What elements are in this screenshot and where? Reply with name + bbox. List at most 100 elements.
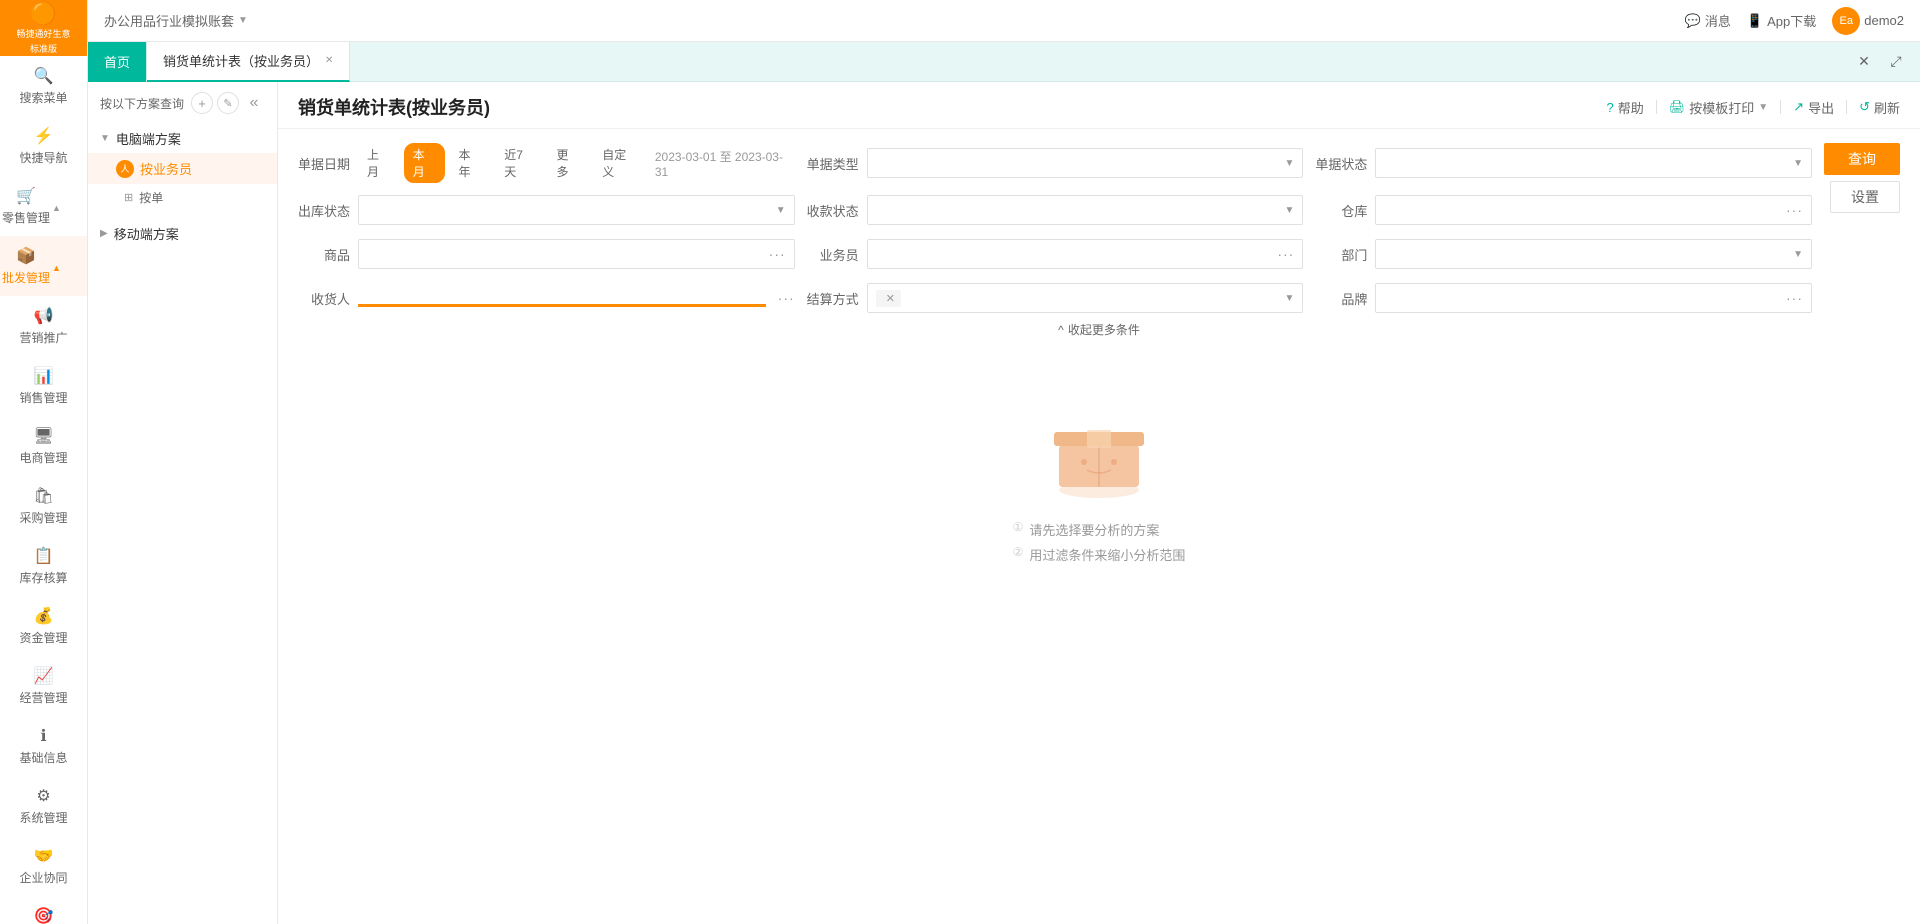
date-custom-btn[interactable]: 自定义: [593, 143, 647, 183]
print-icon: 🖨: [1669, 99, 1686, 115]
date-last-month-btn[interactable]: 上月: [358, 143, 400, 183]
pc-scheme-title[interactable]: ▼ 电脑端方案: [88, 124, 277, 153]
add-scheme-btn[interactable]: +: [191, 92, 213, 114]
sidebar-item-marketing[interactable]: 📢 营销推广: [0, 296, 87, 356]
header-right: 💬 消息 📱 App下载 Ea demo2: [1685, 7, 1904, 35]
sidebar-label-marketing: 营销推广: [19, 329, 67, 346]
doc-status-select[interactable]: ▼: [1375, 148, 1812, 178]
sales-icon: 📊: [34, 366, 54, 386]
divider-1: [1656, 100, 1657, 114]
sidebar-item-sales[interactable]: 📊 销售管理: [0, 356, 87, 416]
right-panel: 销货单统计表(按业务员) ? 帮助 🖨 按模板打印 ▼ ↗: [278, 82, 1920, 924]
delivery-select[interactable]: ▼: [358, 195, 795, 225]
sidebar-item-operations[interactable]: 📈 经营管理: [0, 656, 87, 716]
tab-close-window-btn[interactable]: ✕: [1852, 50, 1876, 74]
query-button[interactable]: 查询: [1824, 143, 1900, 175]
scheme-sub-by-order[interactable]: ⊞ 按单: [88, 184, 277, 211]
sidebar-item-search[interactable]: 🔍 搜索菜单: [0, 56, 87, 116]
tab-bar: 首页 销货单统计表（按业务员） ✕ ✕ ⤢: [88, 42, 1920, 82]
breadcrumb-text: 办公用品行业模拟账套: [104, 11, 234, 30]
sidebar-item-basic[interactable]: ℹ 基础信息: [0, 716, 87, 776]
filter-fields: 单据日期 上月 本月 本年 近7天 更多 自定义 2023-03-01 至 20…: [298, 143, 1812, 315]
breadcrumb-arrow-icon: ▼: [238, 15, 248, 26]
main-area: 办公用品行业模拟账套 ▼ 💬 消息 📱 App下载 Ea demo2 首页: [88, 0, 1920, 924]
doc-type-label: 单据类型: [807, 154, 859, 173]
brand-dots-icon: ···: [1786, 290, 1803, 306]
sidebar-item-newbie[interactable]: 🎯 新手引导: [0, 896, 87, 924]
warehouse-label: 仓库: [1315, 201, 1367, 220]
ecommerce-icon: 🖥: [33, 426, 53, 446]
sidebar-item-ecommerce[interactable]: 🖥 电商管理: [0, 416, 87, 476]
sidebar-label-ecommerce: 电商管理: [19, 449, 67, 466]
collapse-more-btn[interactable]: ^ 收起更多条件: [298, 315, 1900, 340]
sidebar-item-enterprise[interactable]: 🤝 企业协同: [0, 836, 87, 896]
newbie-icon: 🎯: [34, 906, 54, 924]
sidebar-label-sales: 销售管理: [19, 389, 67, 406]
doc-status-label: 单据状态: [1315, 154, 1367, 173]
date-more-btn[interactable]: 更多: [548, 143, 590, 183]
empty-tips: ① 请先选择要分析的方案 ② 用过滤条件来缩小分析范围: [1013, 520, 1186, 570]
goods-input[interactable]: ···: [358, 239, 795, 269]
tab-restore-btn[interactable]: ⤢: [1884, 50, 1908, 74]
basic-icon: ℹ: [40, 726, 46, 746]
date-label: 单据日期: [298, 154, 350, 173]
tab-home-label: 首页: [104, 52, 130, 71]
sidebar-item-purchase[interactable]: 🛍 采购管理: [0, 476, 87, 536]
sidebar-label-enterprise: 企业协同: [19, 869, 67, 886]
goods-item: 商品 ···: [298, 237, 795, 271]
sidebar-item-wholesale[interactable]: 📦 批发管理 ▲: [0, 236, 87, 296]
mobile-scheme-title[interactable]: ▶ 移动端方案: [88, 219, 277, 248]
message-icon: 💬: [1685, 13, 1701, 29]
sidebar-item-system[interactable]: ⚙ 系统管理: [0, 776, 87, 836]
doc-type-select[interactable]: ▼: [867, 148, 1304, 178]
tab-home[interactable]: 首页: [88, 42, 147, 82]
left-panel-title: 按以下方案查询: [100, 95, 184, 112]
date-last7-btn[interactable]: 近7天: [495, 143, 543, 183]
sidebar-label-retail: 零售管理: [2, 209, 50, 226]
dept-select[interactable]: ▼: [1375, 239, 1812, 269]
logo-text: 畅捷通好生意: [16, 29, 70, 40]
enterprise-icon: 🤝: [34, 846, 54, 866]
settle-select[interactable]: ✕ ▼: [867, 283, 1304, 313]
brand-input[interactable]: ···: [1375, 283, 1812, 313]
settings-button[interactable]: 设置: [1830, 181, 1900, 213]
goods-dots-icon: ···: [769, 246, 786, 262]
print-btn[interactable]: 🖨 按模板打印 ▼: [1669, 98, 1768, 117]
sidebar-item-quick-nav[interactable]: ⚡ 快捷导航: [0, 116, 87, 176]
tab-sales-stat[interactable]: 销货单统计表（按业务员） ✕: [147, 42, 350, 82]
sidebar-item-finance[interactable]: 💰 资金管理: [0, 596, 87, 656]
date-this-month-btn[interactable]: 本月: [404, 143, 446, 183]
refresh-btn[interactable]: ↺ 刷新: [1859, 98, 1900, 117]
receiver-label: 收货人: [298, 289, 350, 308]
scheme-item-by-staff[interactable]: 人 按业务员: [88, 153, 277, 184]
date-this-year-btn[interactable]: 本年: [449, 143, 491, 183]
date-range-text: 2023-03-01 至 2023-03-31: [655, 148, 795, 179]
payment-select[interactable]: ▼: [867, 195, 1304, 225]
left-panel: 按以下方案查询 + ✎ « ▼ 电脑端方案 人 按业务员 ⊞: [88, 82, 278, 924]
doc-status-item: 单据状态 ▼: [1315, 146, 1812, 180]
message-btn[interactable]: 💬 消息: [1685, 11, 1731, 30]
empty-illustration: [1039, 400, 1159, 500]
sidebar-label-wholesale: 批发管理: [2, 269, 50, 286]
help-btn[interactable]: ? 帮助: [1606, 98, 1643, 117]
collapse-panel-btn[interactable]: «: [243, 92, 265, 114]
header-left: 办公用品行业模拟账套 ▼: [104, 11, 248, 30]
dept-item: 部门 ▼: [1315, 237, 1812, 271]
staff-input[interactable]: ···: [867, 239, 1304, 269]
warehouse-input[interactable]: ···: [1375, 195, 1812, 225]
tip-item-2: ② 用过滤条件来缩小分析范围: [1013, 545, 1186, 564]
sidebar-item-inventory[interactable]: 📋 库存核算: [0, 536, 87, 596]
breadcrumb-dropdown[interactable]: 办公用品行业模拟账套 ▼: [104, 11, 248, 30]
app-download-btn[interactable]: 📱 App下载: [1747, 11, 1816, 30]
user-profile[interactable]: Ea demo2: [1832, 7, 1904, 35]
settle-clear-btn[interactable]: ✕: [886, 292, 895, 305]
edit-scheme-btn[interactable]: ✎: [217, 92, 239, 114]
settle-item: 结算方式 ✕ ▼: [807, 281, 1304, 315]
tip-num-2: ②: [1013, 545, 1024, 559]
tab-close-icon[interactable]: ✕: [325, 55, 333, 66]
export-btn[interactable]: ↗ 导出: [1793, 98, 1834, 117]
logo-icon: 🟠: [30, 1, 57, 27]
receiver-input[interactable]: [358, 289, 766, 306]
sidebar-item-retail[interactable]: 🛒 零售管理 ▲: [0, 176, 87, 236]
payment-arrow-icon: ▼: [1284, 205, 1294, 216]
